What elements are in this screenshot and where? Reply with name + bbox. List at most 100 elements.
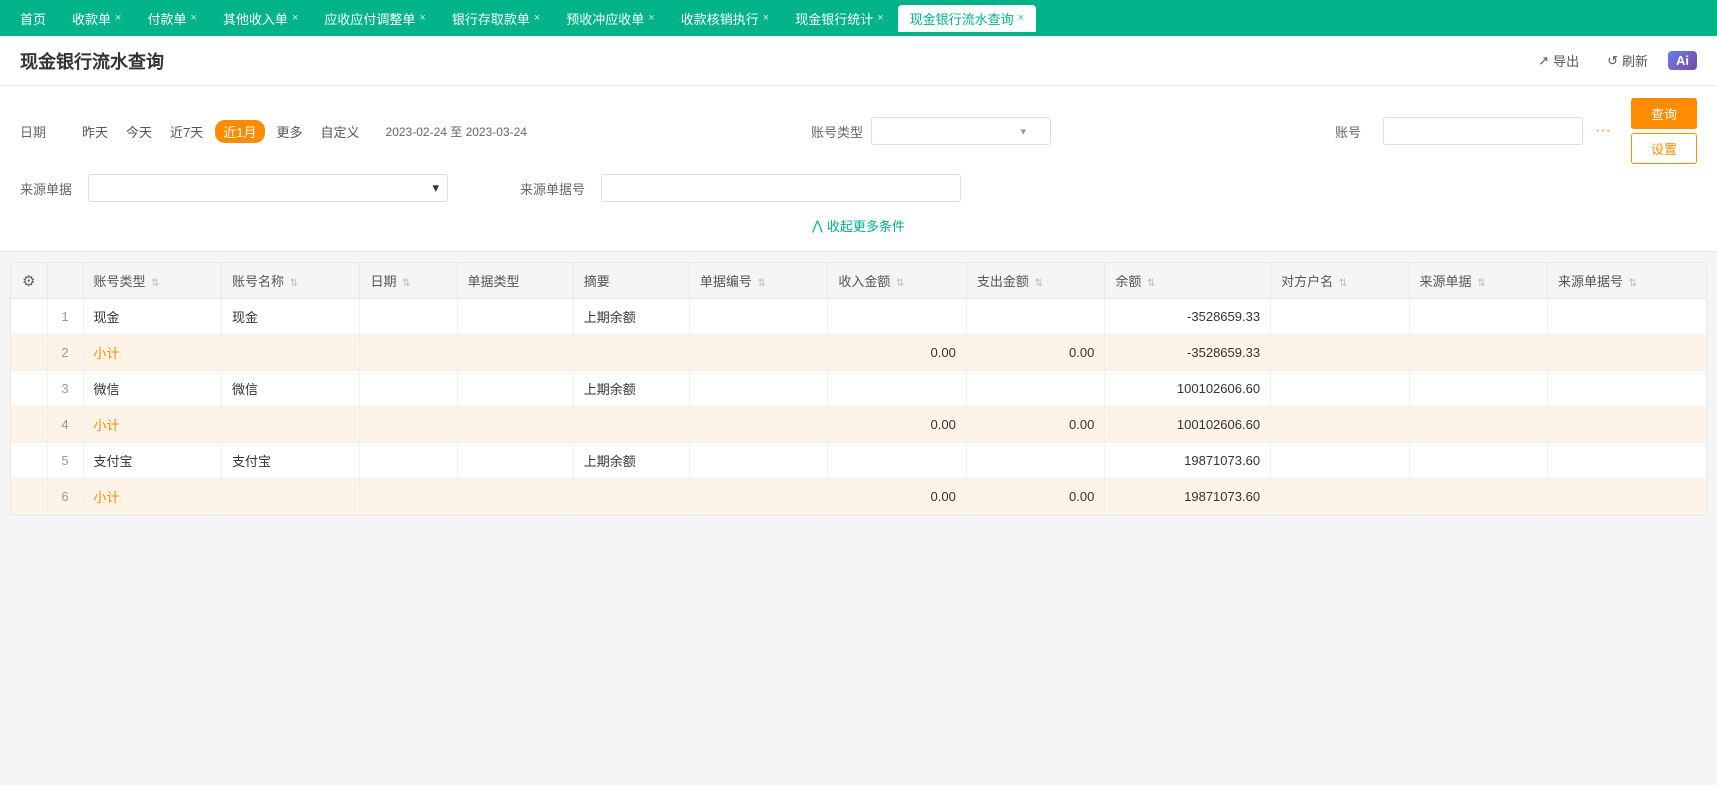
collapse-bar[interactable]: ⋀ 收起更多条件 bbox=[20, 212, 1697, 239]
cell-account_name: 支付宝 bbox=[221, 443, 359, 479]
sort-icon: ⇅ bbox=[758, 278, 766, 289]
col-header-account_name[interactable]: 账号名称 ⇅ bbox=[221, 263, 359, 299]
tab-close-icon[interactable]: × bbox=[534, 12, 540, 24]
cell-account_type: 小计 bbox=[83, 335, 221, 371]
cell-counterparty bbox=[1271, 407, 1409, 443]
tab-close-icon[interactable]: × bbox=[763, 12, 769, 24]
nav-tab-其他收入单[interactable]: 其他收入单 × bbox=[211, 5, 310, 32]
cell-expense bbox=[966, 443, 1104, 479]
tab-close-icon[interactable]: × bbox=[419, 12, 425, 24]
cell-doc_no bbox=[689, 335, 827, 371]
source-doc-label: 来源单据 bbox=[20, 179, 72, 198]
cell-counterparty bbox=[1271, 371, 1409, 407]
col-header-doc_no[interactable]: 单据编号 ⇅ bbox=[689, 263, 827, 299]
date-option-自定义[interactable]: 自定义 bbox=[315, 120, 366, 143]
cell-doc_type bbox=[457, 479, 573, 515]
col-header-source_doc_no[interactable]: 来源单据号 ⇅ bbox=[1548, 263, 1707, 299]
cell-source_doc bbox=[1409, 371, 1547, 407]
account-input[interactable] bbox=[1383, 117, 1583, 145]
col-header-income[interactable]: 收入金额 ⇅ bbox=[828, 263, 966, 299]
nav-tab-收款单[interactable]: 收款单 × bbox=[60, 5, 133, 32]
cell-date bbox=[360, 371, 457, 407]
cell-date bbox=[360, 299, 457, 335]
account-dots-button[interactable]: ··· bbox=[1591, 118, 1615, 144]
ai-button[interactable]: Ai bbox=[1668, 51, 1697, 70]
cell-account_type: 微信 bbox=[83, 371, 221, 407]
cell-doc_no bbox=[689, 407, 827, 443]
cell-idx: 5 bbox=[47, 443, 83, 479]
nav-tab-现金银行统计[interactable]: 现金银行统计 × bbox=[783, 5, 895, 32]
cell-date bbox=[360, 479, 457, 515]
cell-balance: -3528659.33 bbox=[1105, 335, 1271, 371]
cell-settings bbox=[11, 299, 47, 335]
cell-account_type: 小计 bbox=[83, 479, 221, 515]
source-doc-select[interactable]: ▾ bbox=[88, 174, 448, 202]
date-option-昨天[interactable]: 昨天 bbox=[76, 120, 114, 143]
cell-summary: 上期余额 bbox=[573, 299, 689, 335]
cell-counterparty bbox=[1271, 335, 1409, 371]
col-header-counterparty[interactable]: 对方户名 ⇅ bbox=[1271, 263, 1409, 299]
cell-source_doc_no bbox=[1548, 335, 1707, 371]
source-doc-no-input[interactable] bbox=[601, 174, 961, 202]
tab-close-icon[interactable]: × bbox=[115, 12, 121, 24]
cell-settings bbox=[11, 479, 47, 515]
table-row: 3微信微信上期余额100102606.60 bbox=[11, 371, 1706, 407]
cell-doc_type bbox=[457, 335, 573, 371]
cell-doc_no bbox=[689, 371, 827, 407]
tab-close-icon[interactable]: × bbox=[190, 12, 196, 24]
date-options: 昨天今天近7天近1月更多自定义 bbox=[76, 120, 366, 143]
source-doc-no-label: 来源单据号 bbox=[520, 179, 585, 198]
settings-button[interactable]: 设置 bbox=[1631, 133, 1697, 164]
tab-close-icon[interactable]: × bbox=[292, 12, 298, 24]
nav-tab-收款核销执行[interactable]: 收款核销执行 × bbox=[669, 5, 781, 32]
col-header-expense[interactable]: 支出金额 ⇅ bbox=[966, 263, 1104, 299]
filter-row-source: 来源单据 ▾ 来源单据号 bbox=[20, 174, 1697, 202]
date-option-近1月[interactable]: 近1月 bbox=[215, 120, 264, 143]
table-settings-icon[interactable]: ⚙ bbox=[22, 273, 35, 290]
cell-source_doc bbox=[1409, 407, 1547, 443]
tab-close-icon[interactable]: × bbox=[1018, 12, 1024, 24]
cell-expense: 0.00 bbox=[966, 335, 1104, 371]
nav-home[interactable]: 首页 bbox=[8, 5, 58, 32]
cell-summary: 上期余额 bbox=[573, 443, 689, 479]
cell-settings bbox=[11, 407, 47, 443]
cell-balance: 19871073.60 bbox=[1105, 443, 1271, 479]
cell-source_doc_no bbox=[1548, 443, 1707, 479]
cell-source_doc_no bbox=[1548, 371, 1707, 407]
tab-close-icon[interactable]: × bbox=[877, 12, 883, 24]
account-type-select[interactable]: ▾ bbox=[871, 117, 1051, 145]
nav-tab-付款单[interactable]: 付款单 × bbox=[135, 5, 208, 32]
cell-account_type: 支付宝 bbox=[83, 443, 221, 479]
header-actions: ↗ 导出 ↺ 刷新 Ai bbox=[1530, 47, 1697, 74]
nav-tab-预收冲应收单[interactable]: 预收冲应收单 × bbox=[554, 5, 666, 32]
chevron-down-icon: ▾ bbox=[1020, 125, 1026, 138]
sort-icon: ⇅ bbox=[290, 278, 298, 289]
cell-summary bbox=[573, 479, 689, 515]
sort-icon: ⇅ bbox=[151, 278, 159, 289]
sort-icon: ⇅ bbox=[1477, 278, 1485, 289]
col-header-source_doc[interactable]: 来源单据 ⇅ bbox=[1409, 263, 1547, 299]
col-header-settings: ⚙ bbox=[11, 263, 47, 299]
cell-account_type: 现金 bbox=[83, 299, 221, 335]
cell-account_name bbox=[221, 407, 359, 443]
refresh-button[interactable]: ↺ 刷新 bbox=[1599, 47, 1656, 74]
date-option-更多[interactable]: 更多 bbox=[271, 120, 309, 143]
nav-tab-银行存取款单[interactable]: 银行存取款单 × bbox=[440, 5, 552, 32]
nav-tab-应收应付调整单[interactable]: 应收应付调整单 × bbox=[312, 5, 437, 32]
query-button[interactable]: 查询 bbox=[1631, 98, 1697, 129]
tab-close-icon[interactable]: × bbox=[648, 12, 654, 24]
nav-tab-现金银行流水查询[interactable]: 现金银行流水查询 × bbox=[898, 5, 1036, 32]
col-header-account_type[interactable]: 账号类型 ⇅ bbox=[83, 263, 221, 299]
date-option-今天[interactable]: 今天 bbox=[120, 120, 158, 143]
account-filter: 账号 ··· bbox=[1335, 117, 1615, 145]
account-label: 账号 bbox=[1335, 122, 1375, 141]
data-table-container: ⚙账号类型 ⇅账号名称 ⇅日期 ⇅单据类型摘要单据编号 ⇅收入金额 ⇅支出金额 … bbox=[10, 262, 1707, 516]
export-button[interactable]: ↗ 导出 bbox=[1530, 47, 1587, 74]
date-option-近7天[interactable]: 近7天 bbox=[164, 120, 209, 143]
cell-account_name bbox=[221, 335, 359, 371]
cell-settings bbox=[11, 443, 47, 479]
col-header-date[interactable]: 日期 ⇅ bbox=[360, 263, 457, 299]
cell-expense: 0.00 bbox=[966, 407, 1104, 443]
table-row: 5支付宝支付宝上期余额19871073.60 bbox=[11, 443, 1706, 479]
col-header-balance[interactable]: 余额 ⇅ bbox=[1105, 263, 1271, 299]
